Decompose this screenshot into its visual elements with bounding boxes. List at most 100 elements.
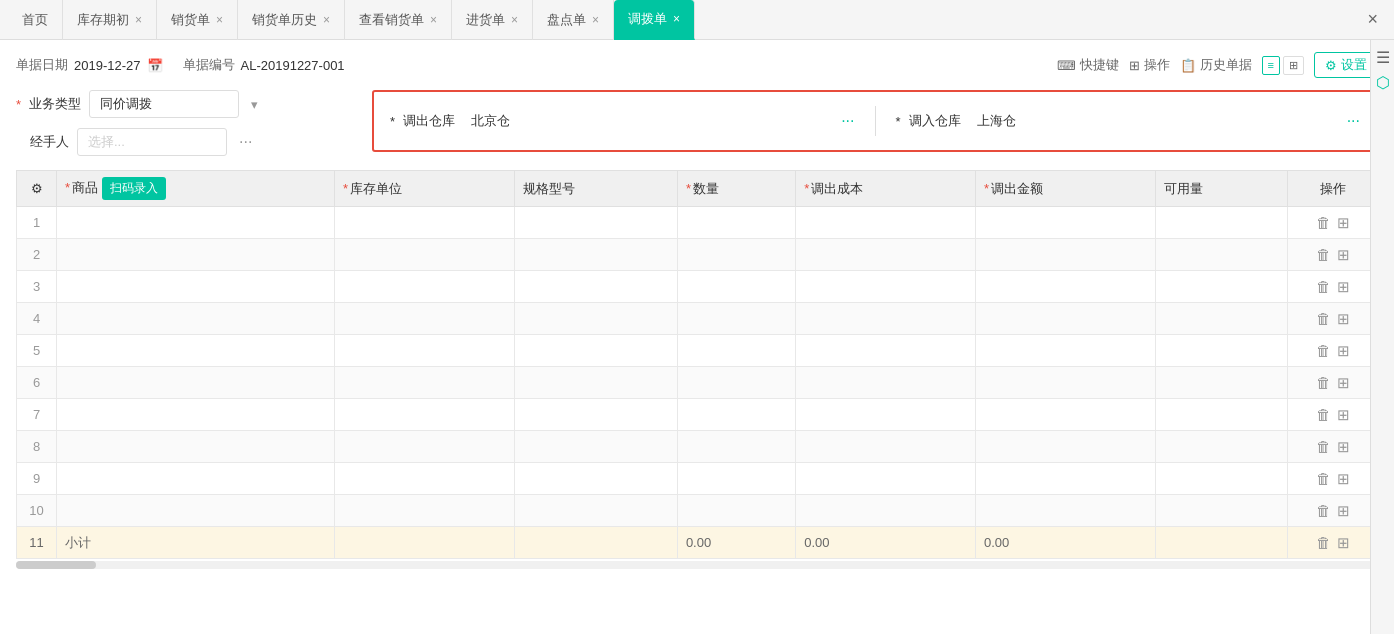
copy-icon[interactable]: ⊞ [1337,534,1350,552]
cell-spec[interactable] [514,271,677,303]
cell-product[interactable] [57,399,335,431]
transfer-out-value[interactable]: 北京仓 [471,112,510,130]
delete-icon[interactable]: 🗑 [1316,406,1331,423]
cell-unit[interactable] [335,335,515,367]
cell-cost[interactable] [796,271,976,303]
delete-icon[interactable]: 🗑 [1316,342,1331,359]
cell-unit[interactable] [335,463,515,495]
delete-icon[interactable]: 🗑 [1316,374,1331,391]
cell-cost[interactable] [796,303,976,335]
cell-spec[interactable] [514,367,677,399]
copy-icon[interactable]: ⊞ [1337,502,1350,520]
copy-icon[interactable]: ⊞ [1337,310,1350,328]
cell-qty[interactable] [677,239,795,271]
delete-icon[interactable]: 🗑 [1316,502,1331,519]
cell-cost[interactable] [796,367,976,399]
cell-qty[interactable] [677,495,795,527]
cell-available[interactable] [1155,207,1287,239]
gear-icon-th[interactable]: ⚙ [31,181,43,196]
tab-purchase[interactable]: 进货单 × [452,0,533,40]
delete-icon[interactable]: 🗑 [1316,278,1331,295]
cell-unit[interactable] [335,303,515,335]
copy-icon[interactable]: ⊞ [1337,246,1350,264]
tab-close-sales-history[interactable]: × [323,13,330,27]
cell-available[interactable] [1155,271,1287,303]
horizontal-scrollbar[interactable] [16,561,1378,569]
cell-unit[interactable] [335,399,515,431]
tab-home[interactable]: 首页 [8,0,63,40]
transfer-in-value[interactable]: 上海仓 [977,112,1016,130]
history-button[interactable]: 📋 历史单据 [1180,56,1252,74]
cell-product[interactable] [57,207,335,239]
cell-cost[interactable] [796,431,976,463]
cell-unit[interactable] [335,207,515,239]
transfer-in-more-icon[interactable]: ··· [1347,112,1360,130]
sidebar-list-icon[interactable]: ☰ [1376,48,1390,67]
cell-amount[interactable] [975,495,1155,527]
handler-placeholder[interactable]: 选择... [77,128,227,156]
cell-product[interactable] [57,303,335,335]
view-grid-button[interactable]: ⊞ [1283,56,1304,75]
cell-qty[interactable] [677,335,795,367]
cell-cost[interactable] [796,463,976,495]
settings-button[interactable]: ⚙ 设置 [1314,52,1378,78]
cell-spec[interactable] [514,335,677,367]
cell-available[interactable] [1155,303,1287,335]
cell-spec[interactable] [514,431,677,463]
cell-product[interactable] [57,367,335,399]
cell-unit[interactable] [335,431,515,463]
copy-icon[interactable]: ⊞ [1337,470,1350,488]
sidebar-expand-icon[interactable]: ⬡ [1376,73,1390,92]
copy-icon[interactable]: ⊞ [1337,406,1350,424]
cell-spec[interactable] [514,207,677,239]
cell-cost[interactable] [796,495,976,527]
cell-spec[interactable] [514,239,677,271]
shortcut-button[interactable]: ⌨ 快捷键 [1057,56,1119,74]
delete-icon[interactable]: 🗑 [1316,214,1331,231]
cell-product[interactable] [57,463,335,495]
operate-button[interactable]: ⊞ 操作 [1129,56,1170,74]
cell-spec[interactable] [514,495,677,527]
cell-spec[interactable] [514,303,677,335]
calendar-icon[interactable]: 📅 [147,58,163,73]
cell-amount[interactable] [975,271,1155,303]
cell-cost[interactable] [796,335,976,367]
cell-unit[interactable] [335,239,515,271]
tab-close-purchase[interactable]: × [511,13,518,27]
cell-qty[interactable] [677,399,795,431]
cell-product[interactable] [57,431,335,463]
cell-amount[interactable] [975,303,1155,335]
delete-icon[interactable]: 🗑 [1316,310,1331,327]
cell-amount[interactable] [975,335,1155,367]
transfer-out-more-icon[interactable]: ··· [841,112,854,130]
cell-amount[interactable] [975,399,1155,431]
cell-product[interactable] [57,495,335,527]
cell-available[interactable] [1155,399,1287,431]
delete-icon[interactable]: 🗑 [1316,246,1331,263]
tab-inventory-check[interactable]: 盘点单 × [533,0,614,40]
tab-sales-order[interactable]: 销货单 × [157,0,238,40]
cell-amount[interactable] [975,431,1155,463]
cell-cost[interactable] [796,399,976,431]
cell-unit[interactable] [335,367,515,399]
cell-cost[interactable] [796,239,976,271]
cell-unit[interactable] [335,495,515,527]
cell-spec[interactable] [514,399,677,431]
cell-available[interactable] [1155,431,1287,463]
business-type-value[interactable]: 同价调拨 [89,90,239,118]
delete-icon[interactable]: 🗑 [1316,534,1331,551]
window-close-button[interactable]: × [1359,9,1386,30]
th-gear[interactable]: ⚙ [17,171,57,207]
view-list-button[interactable]: ≡ [1262,56,1280,75]
copy-icon[interactable]: ⊞ [1337,438,1350,456]
cell-qty[interactable] [677,463,795,495]
delete-icon[interactable]: 🗑 [1316,438,1331,455]
cell-amount[interactable] [975,367,1155,399]
scroll-thumb[interactable] [16,561,96,569]
cell-available[interactable] [1155,463,1287,495]
cell-amount[interactable] [975,463,1155,495]
tab-view-sales[interactable]: 查看销货单 × [345,0,452,40]
cell-qty[interactable] [677,367,795,399]
tab-close-inventory-check[interactable]: × [592,13,599,27]
tab-sales-history[interactable]: 销货单历史 × [238,0,345,40]
